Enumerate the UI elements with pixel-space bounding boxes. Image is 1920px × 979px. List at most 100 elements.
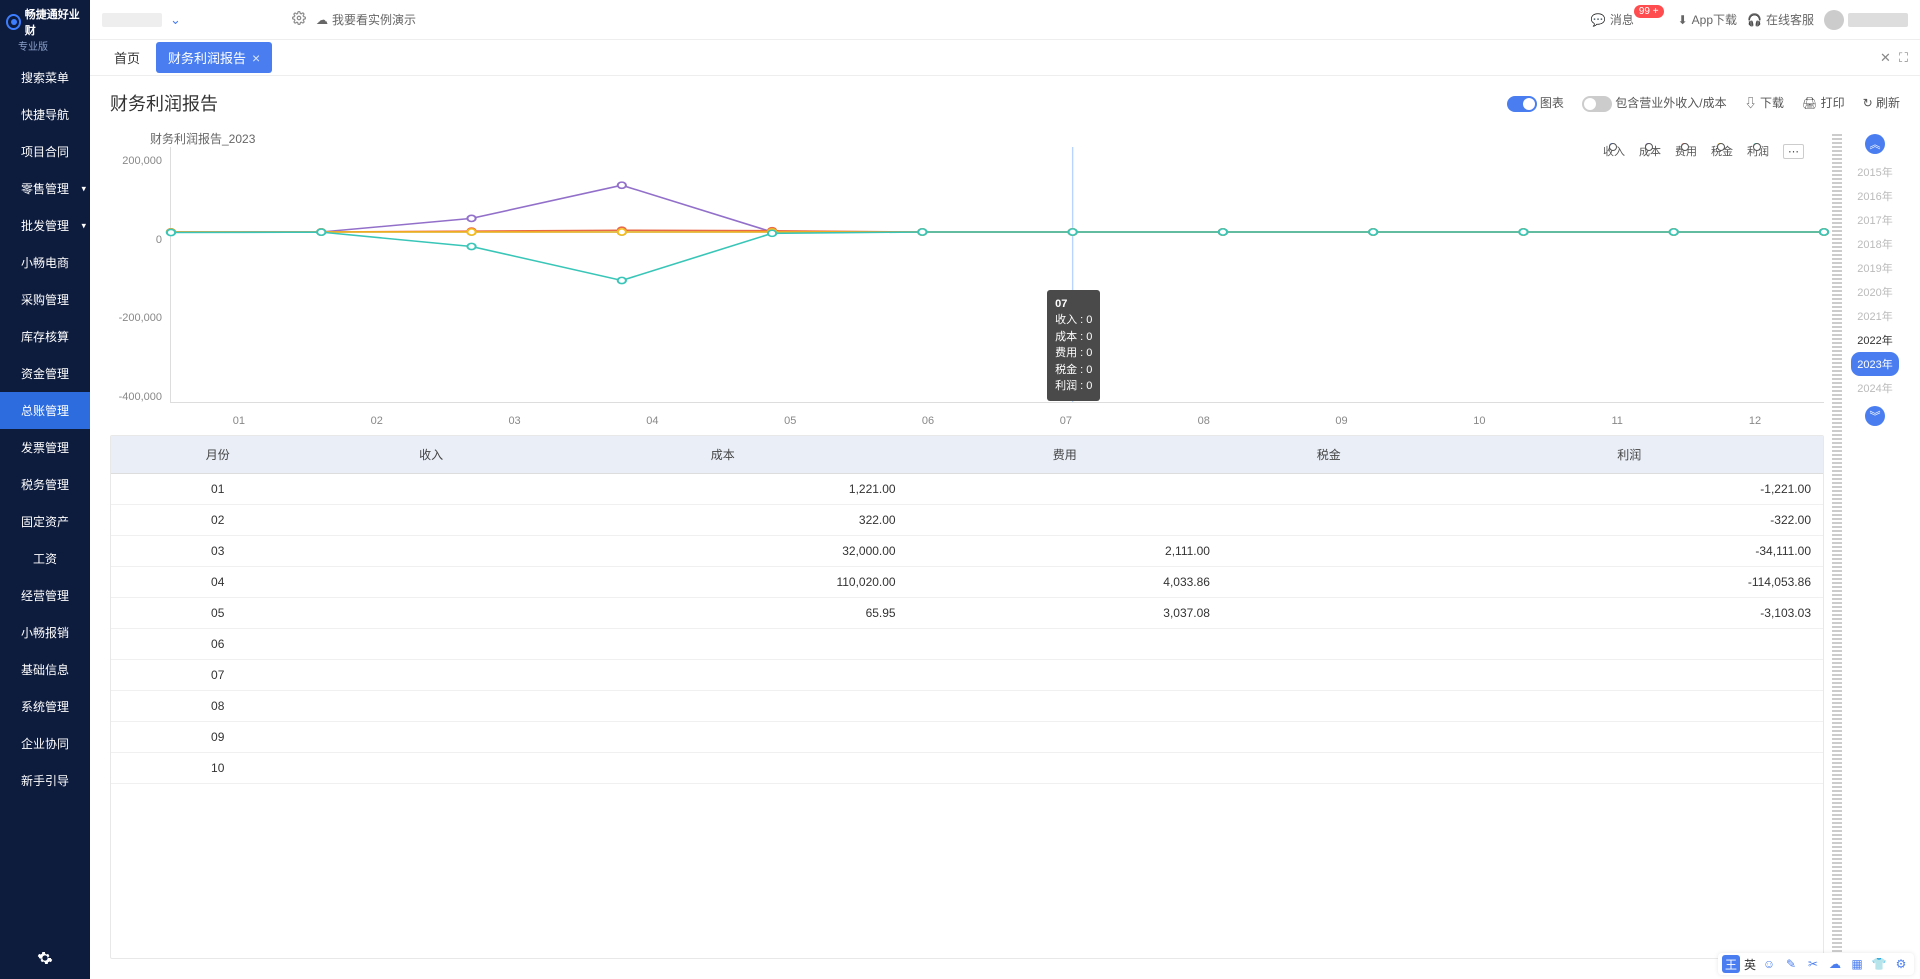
chevron-down-icon: ▾ [81,183,86,194]
sidebar-item[interactable]: 搜索菜单 [0,59,90,96]
extra-toggle[interactable]: 包含营业外收入/成本 [1582,94,1727,112]
sidebar-item[interactable]: 经营管理 [0,577,90,614]
year-scroll-down[interactable]: ︾ [1865,406,1885,426]
tray-cloud-icon[interactable]: ☁ [1826,955,1844,973]
download-button[interactable]: ⇩ 下载 [1745,94,1784,111]
profit-table: 月份收入成本费用税金利润 011,221.00-1,221.0002322.00… [110,435,1824,959]
sidebar-item[interactable]: 发票管理 [0,429,90,466]
year-option[interactable]: 2018年 [1851,232,1898,256]
year-option[interactable]: 2017年 [1851,208,1898,232]
sidebar-item[interactable]: 库存核算 [0,318,90,355]
sidebar-item[interactable]: 工资 [0,540,90,577]
year-option[interactable]: 2021年 [1851,304,1898,328]
ime-tray[interactable]: 王 英 ☺ ✎ ✂ ☁ ▦ 👕 ⚙ [1718,953,1914,975]
table-row[interactable]: 011,221.00-1,221.00 [111,474,1823,505]
tab-home[interactable]: 首页 [102,42,152,73]
table-header: 月份收入成本费用税金利润 [111,436,1823,474]
column-header: 月份 [111,436,324,474]
tray-emoji-icon[interactable]: ☺ [1760,955,1778,973]
year-scroll-up[interactable]: ︽ [1865,134,1885,154]
sidebar-item[interactable]: 企业协同 [0,725,90,762]
print-icon: 🖨 [1802,96,1817,110]
chevron-down-icon: ▾ [81,220,86,231]
user-menu[interactable] [1824,10,1908,30]
tray-edit-icon[interactable]: ✎ [1782,955,1800,973]
brand-edition: 专业版 [0,38,90,59]
year-option[interactable]: 2016年 [1851,184,1898,208]
ime-lang[interactable]: 英 [1744,956,1756,973]
chart-toggle[interactable]: 图表 [1507,94,1564,112]
refresh-button[interactable]: ↻ 刷新 [1863,94,1900,111]
table-row[interactable]: 0332,000.002,111.00-34,111.00 [111,536,1823,567]
column-header: 税金 [1222,436,1435,474]
brand-logo: 畅捷通好业财 [0,0,90,38]
sidebar-item[interactable]: 小畅报销 [0,614,90,651]
avatar-icon [1824,10,1844,30]
cloud-icon: ☁ [316,13,328,27]
tray-pin-icon[interactable]: 👕 [1870,955,1888,973]
sidebar-item[interactable]: 基础信息 [0,651,90,688]
message-icon: 💬 [1591,13,1606,27]
close-all-icon[interactable]: ✕ [1880,50,1891,66]
sidebar-item[interactable]: 总账管理 [0,392,90,429]
sidebar: 畅捷通好业财 专业版 搜索菜单快捷导航项目合同零售管理▾批发管理▾小畅电商采购管… [0,0,90,979]
ime-icon[interactable]: 王 [1722,955,1740,973]
download-icon: ⬇ [1678,13,1688,27]
tray-scissors-icon[interactable]: ✂ [1804,955,1822,973]
demo-link[interactable]: ☁ 我要看实例演示 [316,11,416,28]
y-axis: 200,0000-200,000-400,000 [110,147,170,427]
plot-area[interactable]: 07收入 : 0成本 : 0费用 : 0税金 : 0利润 : 0 [170,147,1824,403]
logo-icon [6,14,21,30]
sidebar-item[interactable]: 资金管理 [0,355,90,392]
x-axis: 010203040506070809101112 [170,415,1824,427]
table-row[interactable]: 04110,020.004,033.86-114,053.86 [111,567,1823,598]
table-row[interactable]: 07 [111,660,1823,691]
year-option[interactable]: 2023年 [1851,352,1898,376]
sidebar-item[interactable]: 快捷导航 [0,96,90,133]
profit-chart: 财务利润报告_2023 收入 成本 费用 税金 利润⋯ 200,0000-200… [110,130,1824,427]
org-selector[interactable]: ⌄ [102,12,282,28]
column-header: 收入 [324,436,537,474]
sidebar-item[interactable]: 税务管理 [0,466,90,503]
tray-folder-icon[interactable]: ▦ [1848,955,1866,973]
year-option[interactable]: 2022年 [1851,328,1898,352]
fullscreen-icon[interactable]: ⛶ [1899,50,1908,66]
nav-menu: 搜索菜单快捷导航项目合同零售管理▾批发管理▾小畅电商采购管理库存核算资金管理总账… [0,59,90,940]
sidebar-item[interactable]: 项目合同 [0,133,90,170]
tab-report[interactable]: 财务利润报告 × [156,42,272,73]
sidebar-item[interactable]: 系统管理 [0,688,90,725]
chart-title: 财务利润报告_2023 [110,130,1824,147]
brand-name: 畅捷通好业财 [25,6,84,38]
table-row[interactable]: 08 [111,691,1823,722]
username-placeholder [1848,13,1908,27]
tab-bar: 首页 财务利润报告 × ✕ ⛶ [90,40,1920,76]
resize-handle[interactable] [1832,134,1842,959]
messages-button[interactable]: 💬 消息 99 + [1591,11,1668,28]
sidebar-item[interactable]: 批发管理▾ [0,207,90,244]
table-row[interactable]: 06 [111,629,1823,660]
close-icon[interactable]: × [252,50,260,66]
year-option[interactable]: 2015年 [1851,160,1898,184]
year-option[interactable]: 2019年 [1851,256,1898,280]
column-header: 利润 [1435,436,1823,474]
refresh-icon: ↻ [1863,96,1873,110]
toolbar: 财务利润报告 图表 包含营业外收入/成本 ⇩ 下载 🖨 打印 ↻ 刷新 [90,76,1920,130]
sidebar-item[interactable]: 采购管理 [0,281,90,318]
year-option[interactable]: 2024年 [1851,376,1898,400]
table-row[interactable]: 09 [111,722,1823,753]
download-button[interactable]: ⬇ App下载 [1678,11,1737,28]
sidebar-item[interactable]: 零售管理▾ [0,170,90,207]
year-option[interactable]: 2020年 [1851,280,1898,304]
sidebar-item[interactable]: 新手引导 [0,762,90,799]
gear-icon[interactable] [292,11,306,28]
sidebar-item[interactable]: 固定资产 [0,503,90,540]
table-row[interactable]: 10 [111,753,1823,784]
org-name-placeholder [102,13,162,27]
settings-icon[interactable] [0,940,90,979]
sidebar-item[interactable]: 小畅电商 [0,244,90,281]
print-button[interactable]: 🖨 打印 [1802,94,1845,111]
tray-settings-icon[interactable]: ⚙ [1892,955,1910,973]
table-row[interactable]: 0565.953,037.08-3,103.03 [111,598,1823,629]
table-row[interactable]: 02322.00-322.00 [111,505,1823,536]
support-button[interactable]: 🎧 在线客服 [1747,11,1814,28]
